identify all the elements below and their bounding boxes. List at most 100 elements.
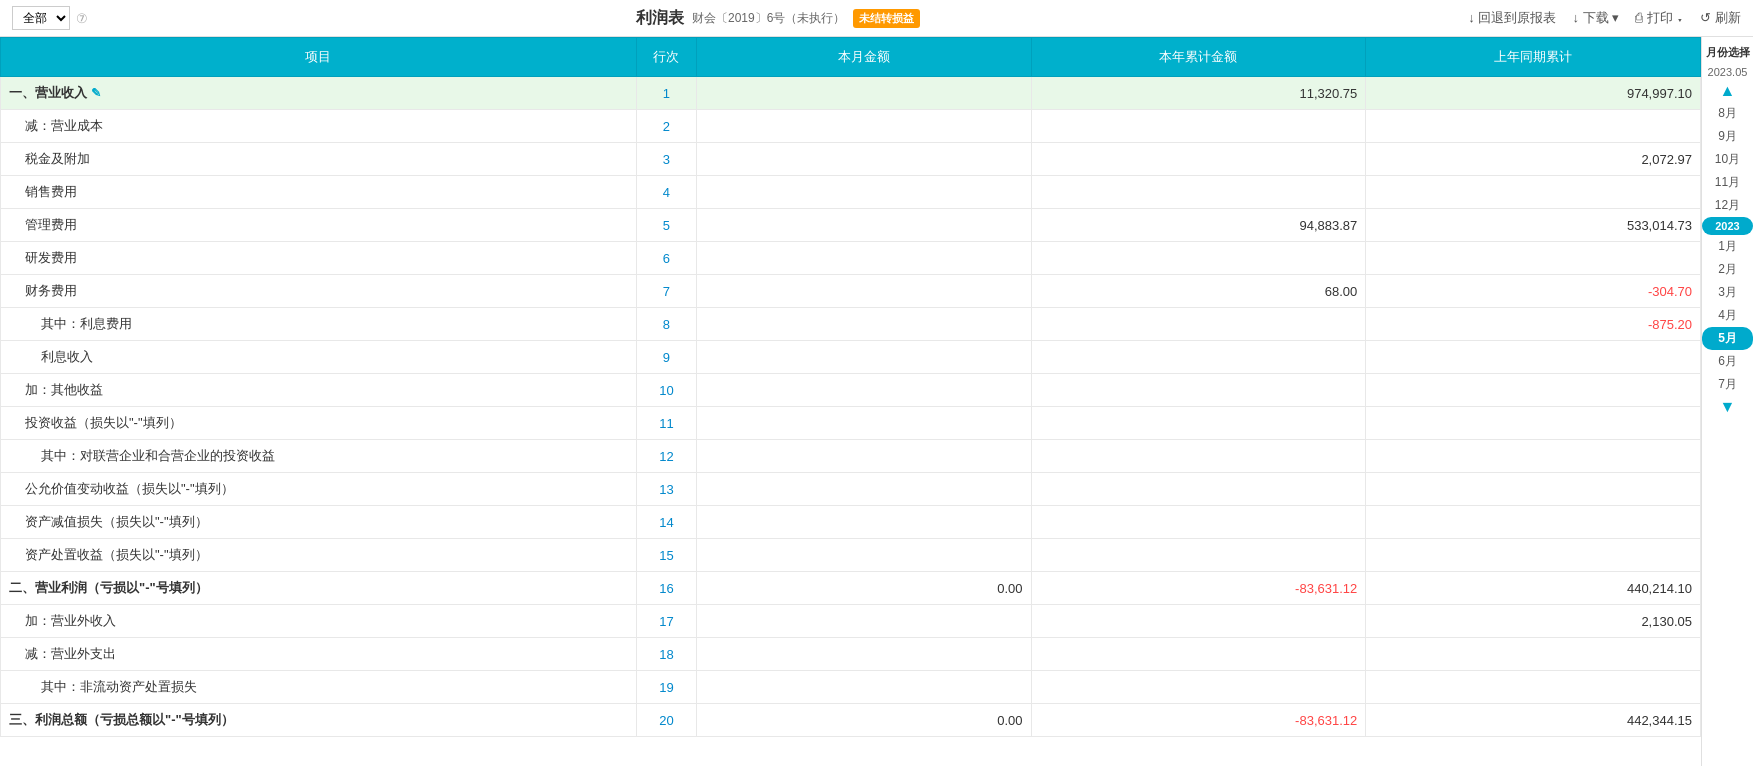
- cell-current-month: [696, 176, 1031, 209]
- cell-prior-year: 2,072.97: [1366, 143, 1701, 176]
- month-item[interactable]: 12月: [1702, 194, 1753, 217]
- cell-row-num: 10: [636, 374, 696, 407]
- cell-item: 研发费用: [1, 242, 637, 275]
- print-btn[interactable]: ⎙ 打印 ▾: [1635, 9, 1684, 27]
- cell-prior-year: [1366, 110, 1701, 143]
- cell-ytd: [1031, 110, 1366, 143]
- nav-up-arrow[interactable]: ▲: [1718, 80, 1738, 102]
- item-text: 二、营业利润（亏损以"-"号填列）: [9, 580, 208, 595]
- month-item[interactable]: 7月: [1702, 373, 1753, 396]
- refresh-btn[interactable]: ↺ 刷新: [1700, 9, 1741, 27]
- cell-prior-year: [1366, 473, 1701, 506]
- cell-row-num: 16: [636, 572, 696, 605]
- item-text: 其中：利息费用: [41, 316, 132, 331]
- table-row: 其中：利息费用8-875.20: [1, 308, 1701, 341]
- cell-row-num: 19: [636, 671, 696, 704]
- table-row: 财务费用768.00-304.70: [1, 275, 1701, 308]
- cell-prior-year: 442,344.15: [1366, 704, 1701, 737]
- cell-ytd: [1031, 407, 1366, 440]
- month-item[interactable]: 1月: [1702, 235, 1753, 258]
- cell-ytd: -83,631.12: [1031, 704, 1366, 737]
- side-panel-title: 月份选择: [1704, 41, 1752, 64]
- edit-icon[interactable]: ✎: [91, 86, 101, 100]
- cell-ytd: [1031, 605, 1366, 638]
- cell-row-num: 17: [636, 605, 696, 638]
- month-item[interactable]: 4月: [1702, 304, 1753, 327]
- month-item[interactable]: 11月: [1702, 171, 1753, 194]
- item-text: 投资收益（损失以"-"填列）: [25, 415, 182, 430]
- month-item[interactable]: 2023: [1702, 217, 1753, 235]
- cell-current-month: [696, 473, 1031, 506]
- month-item[interactable]: 3月: [1702, 281, 1753, 304]
- cell-item: 公允价值变动收益（损失以"-"填列）: [1, 473, 637, 506]
- cell-ytd: [1031, 671, 1366, 704]
- download-btn[interactable]: ↓ 下载 ▾: [1572, 9, 1619, 27]
- month-item[interactable]: 5月: [1702, 327, 1753, 350]
- table-row: 加：其他收益10: [1, 374, 1701, 407]
- item-text: 三、利润总额（亏损总额以"-"号填列）: [9, 712, 234, 727]
- cell-current-month: [696, 605, 1031, 638]
- table-row: 一、营业收入✎111,320.75974,997.10: [1, 77, 1701, 110]
- month-item[interactable]: 6月: [1702, 350, 1753, 373]
- cell-item: 其中：利息费用: [1, 308, 637, 341]
- cell-item: 加：营业外收入: [1, 605, 637, 638]
- cell-row-num: 13: [636, 473, 696, 506]
- cell-row-num: 9: [636, 341, 696, 374]
- cell-current-month: [696, 275, 1031, 308]
- cell-prior-year: -875.20: [1366, 308, 1701, 341]
- page-subtitle: 财会〔2019〕6号（未执行）: [692, 10, 845, 27]
- cell-ytd: 11,320.75: [1031, 77, 1366, 110]
- nav-down-arrow[interactable]: ▼: [1718, 396, 1738, 418]
- cell-item: 财务费用: [1, 275, 637, 308]
- item-text: 减：营业成本: [25, 118, 103, 133]
- cell-ytd: [1031, 473, 1366, 506]
- cell-current-month: 0.00: [696, 572, 1031, 605]
- cell-item: 投资收益（损失以"-"填列）: [1, 407, 637, 440]
- cell-prior-year: 533,014.73: [1366, 209, 1701, 242]
- cell-current-month: [696, 143, 1031, 176]
- table-row: 管理费用594,883.87533,014.73: [1, 209, 1701, 242]
- cell-prior-year: [1366, 176, 1701, 209]
- cell-ytd: [1031, 143, 1366, 176]
- table-row: 税金及附加32,072.97: [1, 143, 1701, 176]
- cell-current-month: [696, 671, 1031, 704]
- table-row: 二、营业利润（亏损以"-"号填列）160.00-83,631.12440,214…: [1, 572, 1701, 605]
- item-text: 税金及附加: [25, 151, 90, 166]
- item-text: 资产减值损失（损失以"-"填列）: [25, 514, 208, 529]
- cell-item: 利息收入: [1, 341, 637, 374]
- item-text: 其中：非流动资产处置损失: [41, 679, 197, 694]
- cell-ytd: 68.00: [1031, 275, 1366, 308]
- cell-item: 其中：非流动资产处置损失: [1, 671, 637, 704]
- item-text: 管理费用: [25, 217, 77, 232]
- help-icon[interactable]: ⑦: [76, 11, 88, 26]
- table-row: 公允价值变动收益（损失以"-"填列）13: [1, 473, 1701, 506]
- cell-current-month: [696, 638, 1031, 671]
- table-row: 投资收益（损失以"-"填列）11: [1, 407, 1701, 440]
- month-item[interactable]: 10月: [1702, 148, 1753, 171]
- side-panel: 月份选择 2023.05 ▲ 8月9月10月11月12月20231月2月3月4月…: [1701, 37, 1753, 766]
- table-row: 销售费用 4: [1, 176, 1701, 209]
- cell-ytd: 94,883.87: [1031, 209, 1366, 242]
- cell-current-month: [696, 440, 1031, 473]
- cell-ytd: [1031, 374, 1366, 407]
- cell-item: 二、营业利润（亏损以"-"号填列）: [1, 572, 637, 605]
- month-item[interactable]: 2月: [1702, 258, 1753, 281]
- cell-row-num: 4: [636, 176, 696, 209]
- item-text: 加：营业外收入: [25, 613, 116, 628]
- month-item[interactable]: 8月: [1702, 102, 1753, 125]
- item-text: 销售费用: [25, 184, 77, 199]
- cell-item: 一、营业收入✎: [1, 77, 637, 110]
- back-btn[interactable]: ↓ 回退到原报表: [1468, 9, 1556, 27]
- col-header-current-month: 本月金额: [696, 38, 1031, 77]
- month-item[interactable]: 9月: [1702, 125, 1753, 148]
- page-title: 利润表: [636, 8, 684, 29]
- cell-row-num: 20: [636, 704, 696, 737]
- cell-current-month: [696, 209, 1031, 242]
- scope-dropdown[interactable]: 全部: [12, 6, 70, 30]
- cell-ytd: [1031, 242, 1366, 275]
- col-header-item: 项目: [1, 38, 637, 77]
- table-row: 研发费用6: [1, 242, 1701, 275]
- cell-ytd: [1031, 440, 1366, 473]
- content-area: 项目 行次 本月金额 本年累计金额 上年同期累计 一、营业收入✎111,320.…: [0, 37, 1753, 766]
- cell-prior-year: [1366, 671, 1701, 704]
